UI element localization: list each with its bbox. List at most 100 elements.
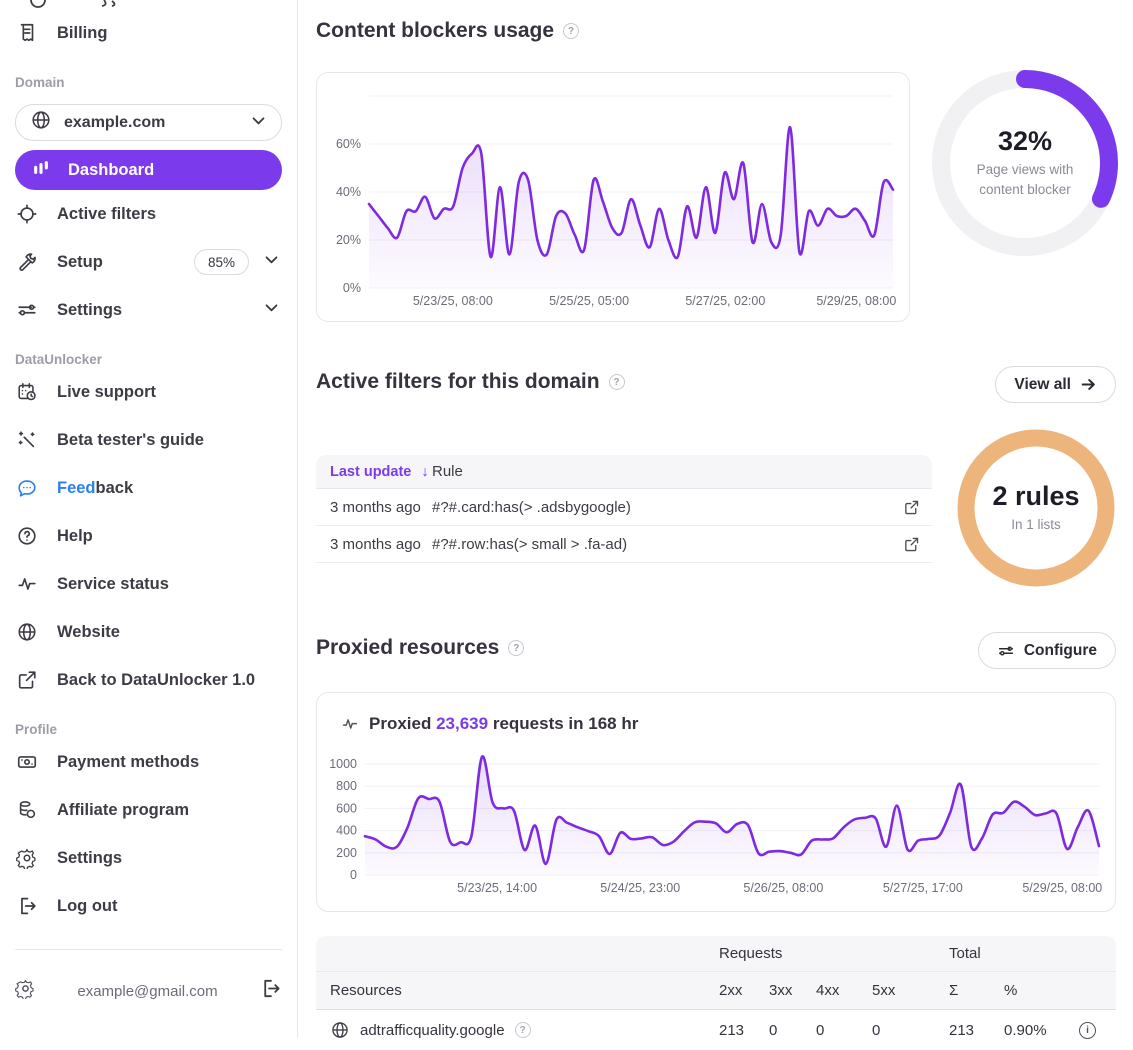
sidebar-item-billing[interactable]: Billing <box>0 9 297 57</box>
gear-icon <box>15 846 39 870</box>
column-header-3xx[interactable]: 3xx <box>769 982 816 999</box>
info-icon[interactable]: i <box>1079 1021 1096 1039</box>
table-row: 3 months ago #?#.row:has(> small > .fa-a… <box>316 526 932 563</box>
svg-text:60%: 60% <box>336 137 361 151</box>
account-email: example@gmail.com <box>77 982 218 1000</box>
cell-sum: 213 <box>949 1021 975 1039</box>
svg-text:0%: 0% <box>343 281 361 295</box>
logout-icon[interactable] <box>259 977 282 1005</box>
help-icon[interactable]: ? <box>508 640 525 656</box>
gear-icon[interactable] <box>15 978 36 1004</box>
globe-icon <box>15 620 39 644</box>
sidebar-item-dashboard[interactable]: Dashboard <box>15 150 282 190</box>
proxied-chart-card: Proxied 23,639 requests in 168 hr 0 200 40… <box>316 692 1116 912</box>
globe-icon <box>30 109 52 136</box>
view-all-button[interactable]: View all <box>995 366 1116 403</box>
help-icon[interactable]: ? <box>608 374 625 390</box>
donut-caption: Page views with content blocker <box>976 161 1074 197</box>
sidebar-item-feedback[interactable]: Feedback <box>0 464 297 512</box>
sidebar-item-website[interactable]: Website <box>0 608 297 656</box>
content-blockers-header: Content blockers usage ? <box>316 19 580 43</box>
sidebar-footer: example@gmail.com <box>0 967 297 1015</box>
external-link-icon <box>15 668 39 692</box>
table-group-header-row: Requests Total <box>316 936 1116 972</box>
sidebar-item-service-status[interactable]: Service status <box>0 560 297 608</box>
cell-percent: 0.90% <box>1004 1021 1047 1039</box>
svg-text:200: 200 <box>336 846 357 860</box>
sidebar-item-affiliate[interactable]: Affiliate program <box>0 786 297 834</box>
open-rule-external-icon[interactable] <box>903 536 920 553</box>
configure-button[interactable]: Configure <box>977 632 1116 669</box>
sidebar-item-setup[interactable]: Setup 85% <box>0 238 297 286</box>
svg-text:5/25/25, 05:00: 5/25/25, 05:00 <box>549 294 629 308</box>
svg-text:800: 800 <box>336 779 357 793</box>
sidebar-item-label: Website <box>57 622 120 641</box>
rule-cell: #?#.row:has(> small > .fa-ad) <box>432 535 628 553</box>
sidebar-item-settings[interactable]: Settings <box>0 286 297 334</box>
proxied-resources-header: Proxied resources ? <box>316 636 525 660</box>
sidebar-item-partial[interactable] <box>0 0 297 9</box>
sidebar-item-label: Payment methods <box>57 752 200 771</box>
open-rule-external-icon[interactable] <box>903 499 920 516</box>
sidebar-item-label: Settings <box>57 300 123 319</box>
table-header-row: Last update ↓ Rule <box>316 455 932 489</box>
column-header-resources[interactable]: Resources <box>316 982 719 999</box>
table-row: 3 months ago #?#.card:has(> .adsbygoogle… <box>316 489 932 526</box>
column-header-2xx[interactable]: 2xx <box>719 982 769 999</box>
column-header-5xx[interactable]: 5xx <box>872 982 949 999</box>
sort-desc-icon: ↓ <box>421 463 429 480</box>
domain-select[interactable]: example.com <box>15 104 282 141</box>
donut-caption: In 1 lists <box>1011 516 1061 532</box>
sidebar-item-live-support[interactable]: Live support <box>0 368 297 416</box>
receipt-icon <box>15 21 39 45</box>
svg-text:5/24/25, 23:00: 5/24/25, 23:00 <box>600 881 680 895</box>
svg-text:400: 400 <box>336 824 357 838</box>
section-title: Content blockers usage <box>316 19 555 42</box>
last-update-cell: 3 months ago <box>330 498 421 516</box>
cell-3xx: 0 <box>769 1021 778 1039</box>
sidebar-item-help[interactable]: Help <box>0 512 297 560</box>
globe-icon <box>332 1022 348 1038</box>
sidebar-item-label: Back to DataUnlocker 1.0 <box>57 670 256 689</box>
sidebar-item-payment-methods[interactable]: Payment methods <box>0 738 297 786</box>
sidebar-item-active-filters[interactable]: Active filters <box>0 190 297 238</box>
main-content: Content blockers usage ? 0% 20% 40% 60% 5/23… <box>298 0 1133 1050</box>
column-header-rule[interactable]: Rule <box>432 463 932 480</box>
hammer-icon <box>15 250 39 274</box>
sidebar-item-label: Help <box>57 526 93 545</box>
sidebar-item-beta-guide[interactable]: Beta tester's guide <box>0 416 297 464</box>
help-circle-icon <box>15 524 39 548</box>
partial-icon <box>30 0 46 8</box>
column-header-sum[interactable]: Σ <box>949 982 1004 999</box>
svg-text:5/29/25, 08:00: 5/29/25, 08:00 <box>1022 881 1102 895</box>
content-blockers-chart: 0% 20% 40% 60% 5/23/25, 08:00 5/25/25, 05:00 5… <box>336 95 896 308</box>
proxied-chart: 0 200 400 600 800 1000 5/23/25, 14:00 5/24/25, … <box>329 755 1102 895</box>
active-filters-header: Active filters for this domain ? <box>316 370 625 394</box>
svg-text:5/26/25, 08:00: 5/26/25, 08:00 <box>743 881 823 895</box>
activity-icon <box>15 572 39 596</box>
column-header-last-update[interactable]: Last update ↓ <box>316 464 432 480</box>
section-title: Proxied resources <box>316 636 500 659</box>
resources-table: Requests Total Resources 2xx 3xx 4xx 5xx… <box>316 936 1116 1050</box>
sidebar-item-label: Affiliate program <box>57 800 190 819</box>
magic-wand-icon <box>15 428 39 452</box>
sliders-icon <box>15 298 39 322</box>
chevron-down-icon <box>263 299 280 321</box>
domain-select-value: example.com <box>64 113 166 131</box>
sidebar-item-profile-settings[interactable]: Settings <box>0 834 297 882</box>
help-icon[interactable]: ? <box>514 1022 531 1038</box>
sidebar-item-logout[interactable]: Log out <box>0 882 297 930</box>
calendar-clock-icon <box>15 380 39 404</box>
column-header-4xx[interactable]: 4xx <box>816 982 872 999</box>
svg-text:5/23/25, 08:00: 5/23/25, 08:00 <box>413 294 493 308</box>
column-header-percent[interactable]: % <box>1004 982 1075 999</box>
sidebar: Billing Domain example.com Dashboard Act… <box>0 0 298 1038</box>
logout-icon <box>15 894 39 918</box>
sidebar-item-label: Billing <box>57 23 108 42</box>
svg-text:5/23/25, 14:00: 5/23/25, 14:00 <box>457 881 537 895</box>
bar-chart-icon <box>30 157 52 184</box>
help-icon[interactable]: ? <box>563 23 580 39</box>
sidebar-item-back-v1[interactable]: Back to DataUnlocker 1.0 <box>0 656 297 704</box>
group-header-requests: Requests <box>719 945 783 962</box>
section-label-profile: Profile <box>15 722 58 737</box>
